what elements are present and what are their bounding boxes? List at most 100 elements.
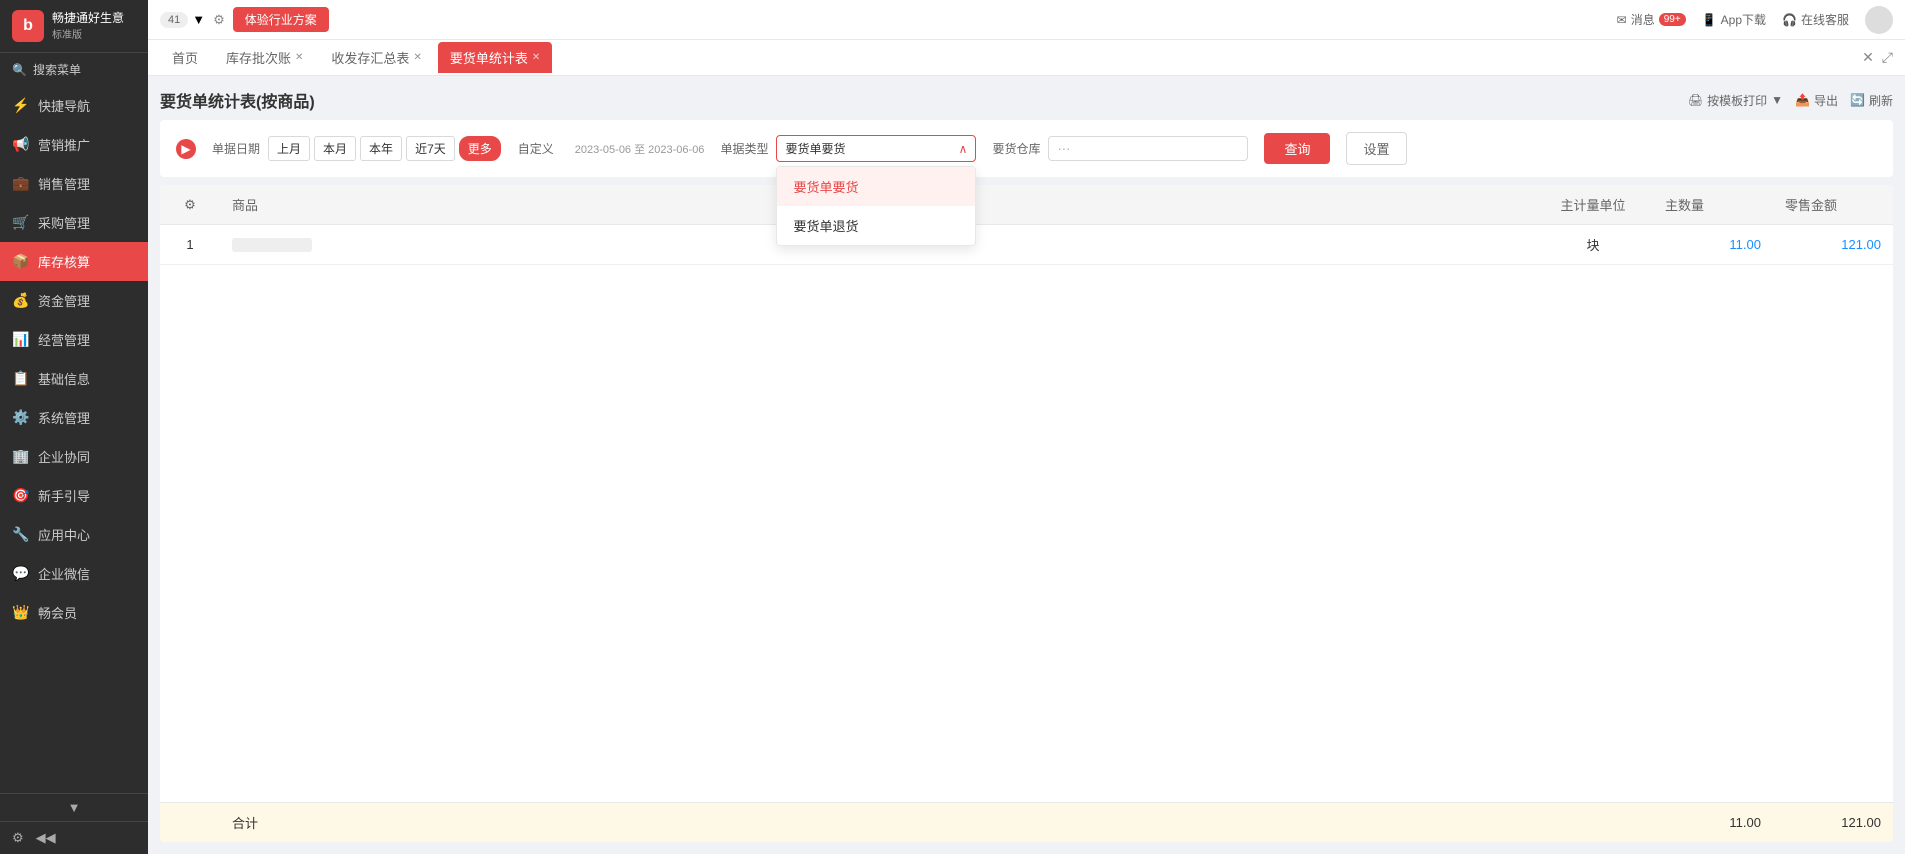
query-button[interactable]: 查询 (1264, 133, 1330, 164)
th-settings[interactable]: ⚙ (160, 185, 220, 224)
sidebar-item-label: 企业协同 (38, 447, 90, 466)
search-label: 搜索菜单 (33, 61, 81, 78)
chevron-down-icon: ▼ (192, 12, 205, 27)
amount-link[interactable]: 121.00 (1841, 237, 1881, 252)
dropdown-item-return[interactable]: 要货单退货 (777, 206, 975, 245)
sidebar: b 畅捷通好生意 标准版 🔍 搜索菜单 ⚡ 快捷导航 📢 营销推广 💼 销售管理… (0, 0, 148, 854)
sidebar-item-wechat[interactable]: 💬 企业微信 (0, 554, 148, 593)
setting-button[interactable]: 设置 (1346, 132, 1406, 165)
filter-7days-btn[interactable]: 近7天 (406, 136, 455, 161)
app-sub: 标准版 (52, 26, 124, 41)
td-amount: 121.00 (1773, 225, 1893, 264)
app-logo: b 畅捷通好生意 标准版 (0, 0, 148, 53)
filter-bar: ▶ 单据日期 上月 本月 本年 近7天 更多 自定义 2023-05-06 至 … (160, 120, 1893, 177)
tab-receive-label: 收发存汇总表 (331, 48, 409, 67)
sidebar-item-label: 新手引导 (38, 486, 90, 505)
filter-expand-btn[interactable]: ▶ (176, 139, 196, 159)
tab-batch-close[interactable]: ✕ (295, 52, 303, 63)
scroll-down-icon: ▼ (68, 800, 81, 815)
collapse-btn[interactable]: ◀◀ (36, 830, 56, 846)
close-all-btn[interactable]: ✕ (1862, 49, 1874, 66)
topbar-right: ✉ 消息 99+ 📱 App下载 🎧 在线客服 (1617, 6, 1893, 34)
sidebar-item-label: 采购管理 (38, 213, 90, 232)
tab-order-stat-close[interactable]: ✕ (532, 52, 540, 63)
type-dropdown-menu: 要货单要货 要货单退货 (776, 166, 976, 246)
guide-icon: 🎯 (12, 487, 30, 505)
sales-icon: 💼 (12, 175, 30, 193)
sidebar-item-operation[interactable]: 📊 经营管理 (0, 320, 148, 359)
page-title: 要货单统计表(按商品) (160, 88, 315, 112)
promo-button[interactable]: 体验行业方案 (233, 7, 329, 32)
dropdown-item-order[interactable]: 要货单要货 (777, 167, 975, 206)
sidebar-item-inventory[interactable]: 📦 库存核算 (0, 242, 148, 281)
sidebar-item-sales[interactable]: 💼 销售管理 (0, 164, 148, 203)
tab-home[interactable]: 首页 (160, 42, 210, 73)
filter-type-select-wrapper: 要货单要货 ∧ 要货单要货 要货单退货 (776, 135, 976, 162)
sidebar-item-enterprise[interactable]: 🏢 企业协同 (0, 437, 148, 476)
sidebar-item-system[interactable]: ⚙️ 系统管理 (0, 398, 148, 437)
filter-last-month-btn[interactable]: 上月 (268, 136, 310, 161)
tab-receive-close[interactable]: ✕ (413, 52, 421, 63)
messages-btn[interactable]: ✉ 消息 99+ (1617, 11, 1686, 28)
sidebar-search[interactable]: 🔍 搜索菜单 (0, 53, 148, 86)
filter-date-range: 2023-05-06 至 2023-06-06 (575, 141, 705, 157)
expand-tabs-btn[interactable]: ⤢ (1882, 49, 1893, 66)
sidebar-item-basic[interactable]: 📋 基础信息 (0, 359, 148, 398)
quick-nav-icon: ⚡ (12, 97, 30, 115)
sidebar-item-label: 基础信息 (38, 369, 90, 388)
product-name-placeholder (232, 238, 312, 252)
export-icon: 📤 (1795, 93, 1810, 107)
purchase-icon: 🛒 (12, 214, 30, 232)
filter-more-btn[interactable]: 更多 (459, 136, 501, 161)
tab-batch[interactable]: 库存批次账 ✕ (214, 42, 315, 73)
sidebar-item-label: 快捷导航 (38, 96, 90, 115)
navtabs-actions: ✕ ⤢ (1862, 49, 1893, 66)
filter-this-year-btn[interactable]: 本年 (360, 136, 402, 161)
topbar-settings-btn[interactable]: ⚙ (209, 8, 229, 32)
filter-type-select-arrow: ∧ (959, 142, 968, 156)
filter-date-label: 单据日期 (212, 140, 260, 157)
filter-warehouse-select[interactable]: ··· (1048, 136, 1248, 161)
page-header: 要货单统计表(按商品) 🖨 按模板打印 ▼ 📤 导出 🔄 刷新 (160, 88, 1893, 112)
sidebar-item-label: 资金管理 (38, 291, 90, 310)
messages-count: 99+ (1659, 13, 1686, 26)
tab-order-stat[interactable]: 要货单统计表 ✕ (438, 42, 552, 73)
sidebar-item-member[interactable]: 👑 畅会员 (0, 593, 148, 632)
th-unit: 主计量单位 (1533, 185, 1653, 224)
search-icon: 🔍 (12, 63, 27, 77)
sidebar-item-appstore[interactable]: 🔧 应用中心 (0, 515, 148, 554)
filter-type-select[interactable]: 要货单要货 ∧ (776, 135, 976, 162)
filter-this-month-btn[interactable]: 本月 (314, 136, 356, 161)
version-dropdown[interactable]: ▼ (192, 12, 205, 27)
sidebar-item-label: 畅会员 (38, 603, 77, 622)
sidebar-item-label: 经营管理 (38, 330, 90, 349)
quantity-link[interactable]: 11.00 (1729, 237, 1761, 252)
sidebar-item-finance[interactable]: 💰 资金管理 (0, 281, 148, 320)
sidebar-item-quick-nav[interactable]: ⚡ 快捷导航 (0, 86, 148, 125)
tab-receive[interactable]: 收发存汇总表 ✕ (319, 42, 433, 73)
app-download-btn[interactable]: 📱 App下载 (1702, 11, 1766, 28)
filter-warehouse-group: 要货仓库 ··· (992, 136, 1248, 161)
system-icon: ⚙️ (12, 409, 30, 427)
settings-bottom-btn[interactable]: ⚙ (12, 830, 24, 846)
sidebar-scroll-down[interactable]: ▼ (0, 793, 148, 821)
sidebar-item-marketing[interactable]: 📢 营销推广 (0, 125, 148, 164)
user-avatar[interactable] (1865, 6, 1893, 34)
sidebar-item-label: 库存核算 (38, 252, 90, 271)
sidebar-item-label: 系统管理 (38, 408, 90, 427)
version-badge: 41 (160, 12, 188, 28)
member-icon: 👑 (12, 604, 30, 622)
table-header: ⚙ 商品 主计量单位 主数量 零售金额 (160, 185, 1893, 225)
filter-custom-btn[interactable]: 自定义 (509, 136, 563, 161)
filter-date-group: 单据日期 上月 本月 本年 近7天 更多 自定义 2023-05-06 至 20… (212, 136, 704, 161)
sidebar-item-purchase[interactable]: 🛒 采购管理 (0, 203, 148, 242)
refresh-btn[interactable]: 🔄 刷新 (1850, 92, 1893, 109)
th-amount: 零售金额 (1773, 185, 1893, 224)
td-quantity: 11.00 (1653, 225, 1773, 264)
online-service-btn[interactable]: 🎧 在线客服 (1782, 11, 1849, 28)
sidebar-item-guide[interactable]: 🎯 新手引导 (0, 476, 148, 515)
export-btn[interactable]: 📤 导出 (1795, 92, 1838, 109)
print-btn[interactable]: 🖨 按模板打印 ▼ (1688, 92, 1783, 109)
tf-quantity: 11.00 (1653, 803, 1773, 842)
page-actions: 🖨 按模板打印 ▼ 📤 导出 🔄 刷新 (1688, 92, 1893, 109)
